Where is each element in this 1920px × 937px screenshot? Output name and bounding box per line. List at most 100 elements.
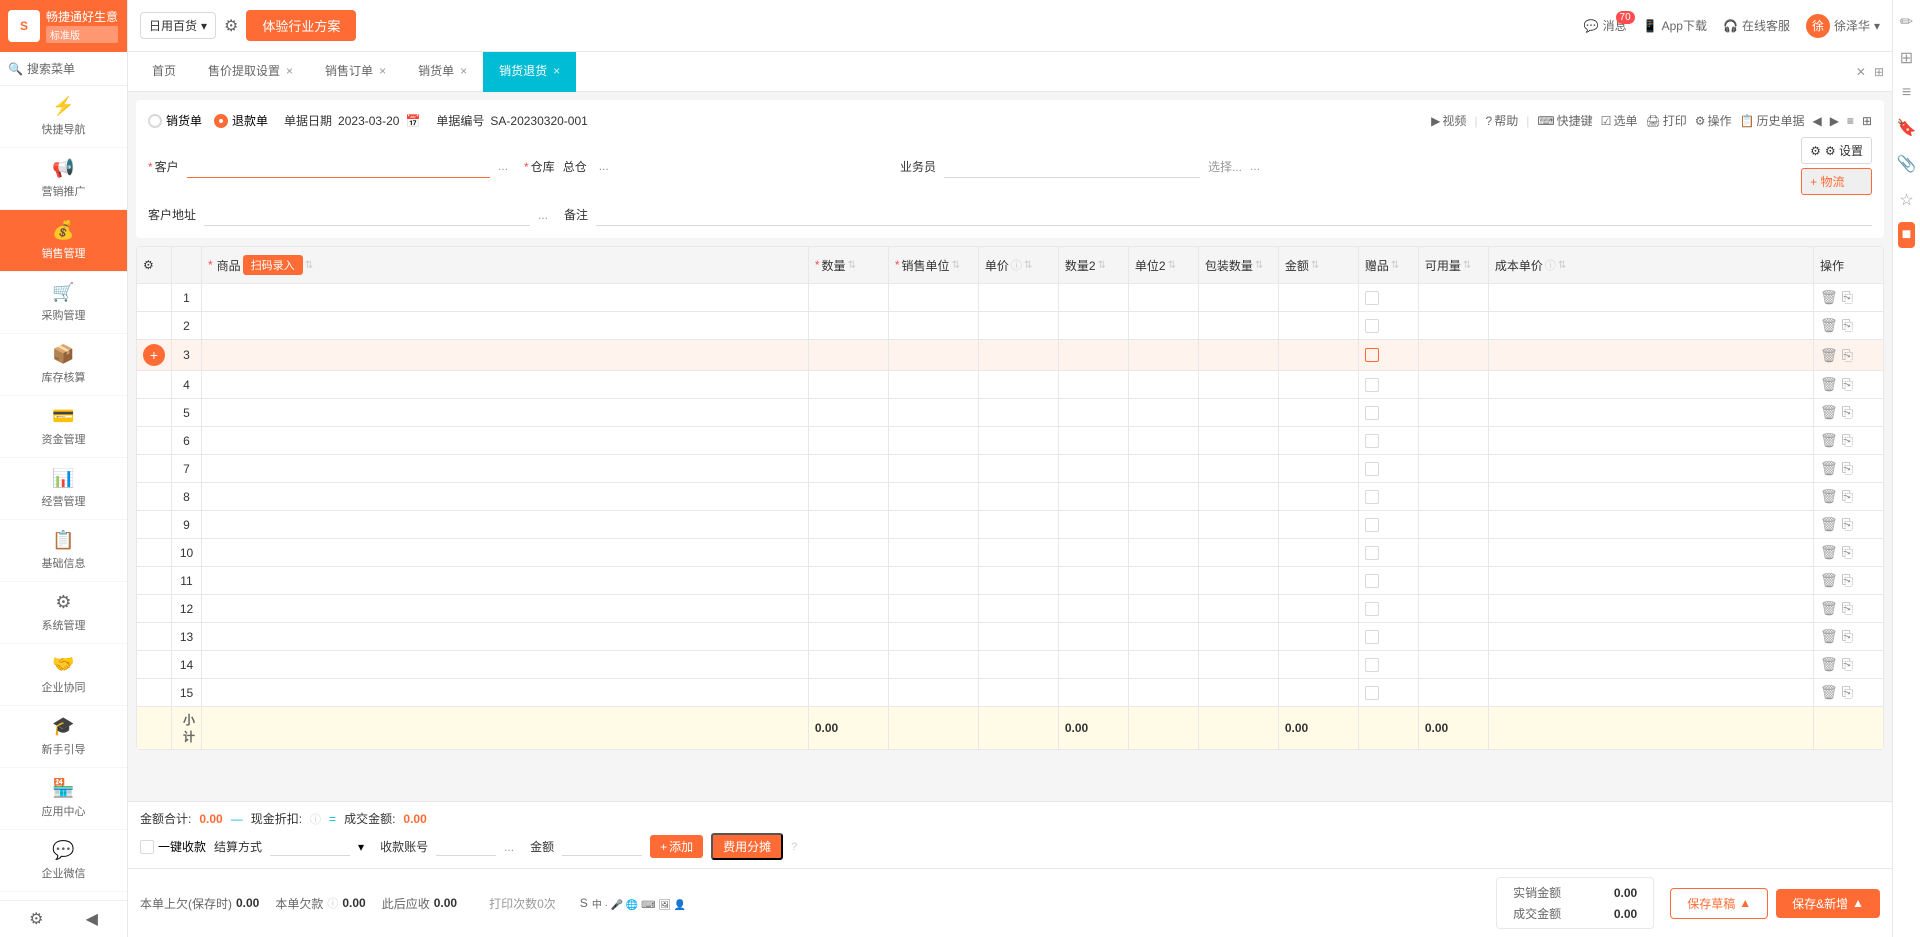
delete-icon[interactable]: 🗑 (1820, 628, 1838, 645)
save-new-btn[interactable]: 保存&新增 ▲ (1776, 889, 1880, 918)
gift-checkbox[interactable] (1365, 686, 1379, 700)
row-amount[interactable] (1278, 312, 1358, 340)
tab-returns-close[interactable]: × (553, 64, 560, 78)
copy-row-icon[interactable]: ⎘ (1842, 317, 1853, 334)
delete-icon[interactable]: 🗑 (1820, 376, 1838, 393)
account-input[interactable] (436, 837, 496, 856)
copy-row-icon[interactable]: ⎘ (1842, 404, 1853, 421)
copy-row-icon[interactable]: ⎘ (1842, 432, 1853, 449)
gift-checkbox-active[interactable] (1365, 348, 1379, 362)
row-pack-qty[interactable] (1198, 312, 1278, 340)
delete-icon[interactable]: 🗑 (1820, 544, 1838, 561)
sidebar-item-operations[interactable]: 📊 经营管理 (0, 458, 127, 520)
warehouse-dots[interactable]: ... (599, 159, 609, 173)
sidebar-item-wechat[interactable]: 💬 企业微信 (0, 830, 127, 892)
row-quantity[interactable] (808, 284, 888, 312)
row-qty2-active[interactable] (1058, 340, 1128, 371)
sidebar-search[interactable]: 🔍 搜索菜单 (0, 52, 127, 86)
row-unit[interactable] (888, 284, 978, 312)
right-bookmark-icon[interactable]: 🔖 (1893, 114, 1920, 142)
add-payment-btn[interactable]: + 添加 (650, 835, 703, 858)
tab-sales-order[interactable]: 销售订单 × (309, 52, 402, 92)
fee-info-icon[interactable]: ? (791, 841, 797, 853)
row-available-active[interactable] (1418, 340, 1488, 371)
radio-sales[interactable]: 销货单 (148, 112, 202, 129)
delete-icon[interactable]: 🗑 (1820, 684, 1838, 701)
delete-icon[interactable]: 🗑 (1820, 432, 1838, 449)
copy-row-icon[interactable]: ⎘ (1842, 684, 1853, 701)
gift-sort-icon[interactable]: ⇅ (1391, 260, 1399, 271)
gift-checkbox[interactable] (1365, 434, 1379, 448)
row-cost-active[interactable] (1488, 340, 1813, 371)
delete-icon[interactable]: 🗑 (1820, 404, 1838, 421)
right-attach-icon[interactable]: 📎 (1893, 150, 1920, 178)
row-quantity[interactable] (808, 312, 888, 340)
industry-select[interactable]: 日用百货 ▾ (140, 12, 216, 39)
copy-row-icon[interactable]: ⎘ (1842, 572, 1853, 589)
gift-checkbox[interactable] (1365, 406, 1379, 420)
row-pack-qty-active[interactable] (1198, 340, 1278, 371)
delete-icon[interactable]: 🗑 (1820, 572, 1838, 589)
copy-row-icon[interactable]: ⎘ (1842, 347, 1853, 364)
right-table-icon[interactable]: ⊞ (1896, 44, 1917, 72)
salesperson-input[interactable] (944, 155, 1200, 178)
unit-sort-icon[interactable]: ⇅ (952, 260, 960, 271)
unit2-sort-icon[interactable]: ⇅ (1168, 260, 1176, 271)
customer-input[interactable] (187, 155, 490, 178)
delete-icon[interactable]: 🗑 (1820, 600, 1838, 617)
copy-row-icon[interactable]: ⎘ (1842, 516, 1853, 533)
address-dots[interactable]: ... (538, 208, 548, 222)
toolbar-video[interactable]: ▶ 视频 (1431, 112, 1466, 129)
account-dots[interactable]: ... (504, 840, 514, 854)
copy-row-icon[interactable]: ⎘ (1842, 376, 1853, 393)
copy-row-icon[interactable]: ⎘ (1842, 488, 1853, 505)
tab-sales-close[interactable]: × (460, 64, 467, 78)
sidebar-item-purchase[interactable]: 🛒 采购管理 (0, 272, 127, 334)
row-amount-active[interactable] (1278, 340, 1358, 371)
add-logistics-btn[interactable]: + 物流 (1801, 168, 1872, 195)
row-unit2-active[interactable] (1128, 340, 1198, 371)
row-product[interactable] (202, 284, 809, 312)
sidebar-item-member[interactable]: 👑 畅会员 (0, 892, 127, 900)
sidebar-item-marketing[interactable]: 📢 营销推广 (0, 148, 127, 210)
sidebar-item-newbie[interactable]: 🎓 新手引导 (0, 706, 127, 768)
price-sort-icon[interactable]: ⇅ (1024, 260, 1032, 271)
tab-returns[interactable]: 销货退货 × (483, 52, 576, 92)
row-drag[interactable] (137, 312, 172, 340)
one-click-checkbox[interactable] (140, 840, 154, 854)
row-pack-qty[interactable] (1198, 284, 1278, 312)
tab-sales[interactable]: 销货单 × (402, 52, 483, 92)
delete-icon[interactable]: 🗑 (1820, 516, 1838, 533)
row-unit-active[interactable] (888, 340, 978, 371)
amount-sort-icon[interactable]: ⇅ (1311, 260, 1319, 271)
delete-icon[interactable]: 🗑 (1820, 347, 1838, 364)
view-list-icon[interactable]: ≡ (1847, 114, 1854, 128)
delete-icon[interactable]: 🗑 (1820, 656, 1838, 673)
form-settings-btn[interactable]: ⚙ ⚙ 设置 (1801, 137, 1872, 164)
close-tab-icon[interactable]: ✕ (1856, 65, 1866, 79)
row-drag[interactable] (137, 284, 172, 312)
row-unit2[interactable] (1128, 284, 1198, 312)
product-sort-icon[interactable]: ⇅ (305, 260, 313, 271)
sidebar-item-inventory[interactable]: 📦 库存核算 (0, 334, 127, 396)
address-input[interactable] (204, 203, 530, 226)
toolbar-history[interactable]: 📋 历史单据 (1739, 112, 1804, 129)
toolbar-select[interactable]: ☑ 选单 (1601, 112, 1638, 129)
experience-btn[interactable]: 体验行业方案 (246, 10, 356, 41)
right-active-icon[interactable]: ■ (1898, 222, 1916, 248)
row-price[interactable] (978, 284, 1058, 312)
status-debt-icon[interactable]: ⓘ (327, 895, 338, 911)
gift-checkbox[interactable] (1365, 291, 1379, 305)
delete-icon[interactable]: 🗑 (1820, 317, 1838, 334)
copy-row-icon[interactable]: ⎘ (1842, 600, 1853, 617)
toolbar-shortcut[interactable]: ⌨ 快捷键 (1537, 112, 1592, 129)
app-download-btn[interactable]: 📱 App下载 (1643, 17, 1707, 34)
gift-checkbox[interactable] (1365, 378, 1379, 392)
row-available[interactable] (1418, 312, 1488, 340)
scan-btn[interactable]: 扫码录入 (243, 255, 303, 275)
save-draft-btn[interactable]: 保存草稿 ▲ (1670, 888, 1768, 919)
gift-checkbox[interactable] (1365, 518, 1379, 532)
gift-checkbox[interactable] (1365, 602, 1379, 616)
sidebar-item-sales[interactable]: 💰 销售管理 (0, 210, 127, 272)
user-menu[interactable]: 徐 徐泽华 ▾ (1806, 14, 1880, 38)
